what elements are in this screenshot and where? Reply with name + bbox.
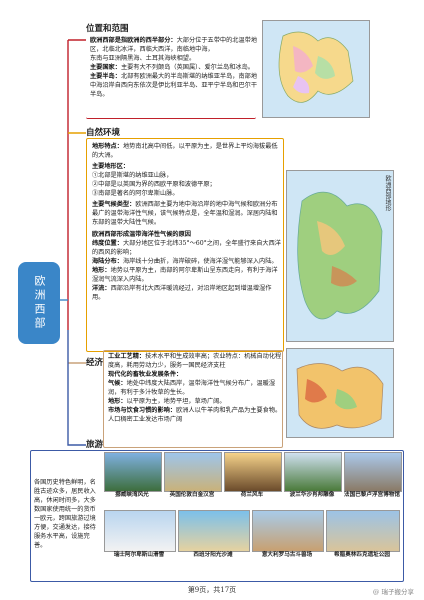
central-topic: 欧洲西部 <box>18 262 60 344</box>
location-title: 欧洲西部是指欧洲的西半部分： <box>90 37 177 44</box>
photo-colosseum <box>252 510 324 552</box>
terrain-map-label: 欧洲西部地形 <box>384 175 391 211</box>
central-topic-label: 欧洲西部 <box>33 275 46 331</box>
photo-olympia <box>326 510 400 552</box>
section-title-nature: 自然环境 <box>86 128 121 138</box>
location-content: 欧洲西部是指欧洲的西半部分：大部分位于五带中的北温带地区，北临北冰洋，西临大西洋… <box>90 36 258 99</box>
cause-current-label: 洋流： <box>92 285 111 292</box>
livestock-title: 现代化的畜牧业发展条件： <box>108 371 183 378</box>
region-item: ①北部是斯堪的纳维亚山脉， <box>92 172 173 179</box>
section-title-tourism: 旅游 <box>86 440 104 450</box>
photo-norway <box>104 452 162 492</box>
cause-current-text: 西部沿岸有北大西洋暖流经过，对沿岸地区起到增温增湿作用。 <box>92 285 272 301</box>
econ-terrain-label: 地形： <box>108 398 127 405</box>
cause-terrain-text: 地势以平原为主，南部的阿尔卑斯山呈东西走向，有利于海洋湿润气流深入内陆。 <box>92 267 278 283</box>
photo-caption: 瑞士阿尔卑斯山滑雪 <box>113 552 165 558</box>
photo-caption: 法国巴黎卢浮宫博物馆 <box>344 492 400 498</box>
photo-caption: 西班牙阳光沙滩 <box>193 552 233 558</box>
photo-buckingham <box>164 452 222 492</box>
cause-title: 欧洲西部形成温带海洋性气候的原因 <box>92 231 191 238</box>
region-item: ③南部是著名的阿尔卑斯山脉。 <box>92 190 179 197</box>
countries-label: 主要国家： <box>90 64 121 71</box>
photo-louvre <box>344 452 402 492</box>
cause-terrain-label: 地形： <box>92 267 111 274</box>
photo-spain-beach <box>178 510 250 552</box>
countries-text: 主要有大不列颠岛（英国属）、爱尔兰岛和冰岛。 <box>120 64 254 71</box>
cause-lat-label: 纬度位置： <box>92 240 123 247</box>
econ-climate-label: 气候： <box>108 380 127 387</box>
cause-sea-label: 海陆分布： <box>92 258 123 265</box>
photo-caption: 英国伦敦白金汉宫 <box>169 492 215 498</box>
region-item: ②中部是以英国为界的西欧平原和波德平原； <box>92 181 216 188</box>
peninsula-label: 主要半岛： <box>90 73 121 80</box>
photo-windmill <box>224 452 282 492</box>
tourism-desc: 各国历史特色鲜明，名胜古迹众多，居民收入高，休闲时间多，大多数国家使用统一的货币… <box>34 479 96 549</box>
nature-content: 地形特点：地势南北高中间低，以平原为主，是世界上平均海拔最低的大洲。 主要地形区… <box>92 142 282 302</box>
econ-climate-text: 地处中纬度大陆西岸，温带海洋性气候分布广，温暖湿润，有利于多汁牧草的生长。 <box>108 380 276 396</box>
econ-terrain-text: 以平原为主，地势平坦，草场广阔。 <box>126 398 226 405</box>
photo-caption: 挪威峡湾风光 <box>115 492 149 498</box>
europe-climate-map <box>286 348 394 438</box>
market-label: 市场与饮食习惯的影响： <box>108 407 177 414</box>
page-number: 第9页，共17页 <box>187 586 237 594</box>
regions-label: 主要地形区： <box>92 163 130 170</box>
photo-caption: 意大利罗马古斗兽场 <box>261 552 313 558</box>
cause-sea-text: 海岸线十分曲折，海岸破碎，使海洋湿气能够深入内陆。 <box>122 258 278 265</box>
photo-chopin <box>284 452 342 492</box>
tourism-photos: 挪威峡湾风光 英国伦敦白金汉宫 荷兰风车 波兰华沙肖邦雕像 法国巴黎卢浮宫博物馆… <box>104 452 402 578</box>
economy-content: 工业工艺精：技术水平和生成效率高；农业特点：机械自动化程度高，耗用劳动力少，服务… <box>108 352 282 424</box>
industry-label: 工业工艺精： <box>108 353 146 360</box>
climate-label: 主要气候类型： <box>92 201 136 208</box>
section-title-location: 位置和范围 <box>86 24 129 34</box>
europe-terrain-map: 欧洲西部地形 <box>286 170 394 342</box>
watermark: @ 瑞子搬分享 <box>372 588 414 596</box>
location-line: 东南与亚洲隔黑海、土耳其海峡相望。 <box>90 55 196 62</box>
terrain-label: 地形特点： <box>92 143 123 150</box>
europe-political-map <box>262 20 370 118</box>
photo-caption: 希腊奥林匹克遗址公园 <box>334 552 390 558</box>
photo-caption: 荷兰风车 <box>240 492 264 498</box>
photo-caption: 波兰华沙肖邦雕像 <box>289 492 335 498</box>
section-title-economy: 经济 <box>86 358 104 368</box>
photo-alps <box>104 510 176 552</box>
